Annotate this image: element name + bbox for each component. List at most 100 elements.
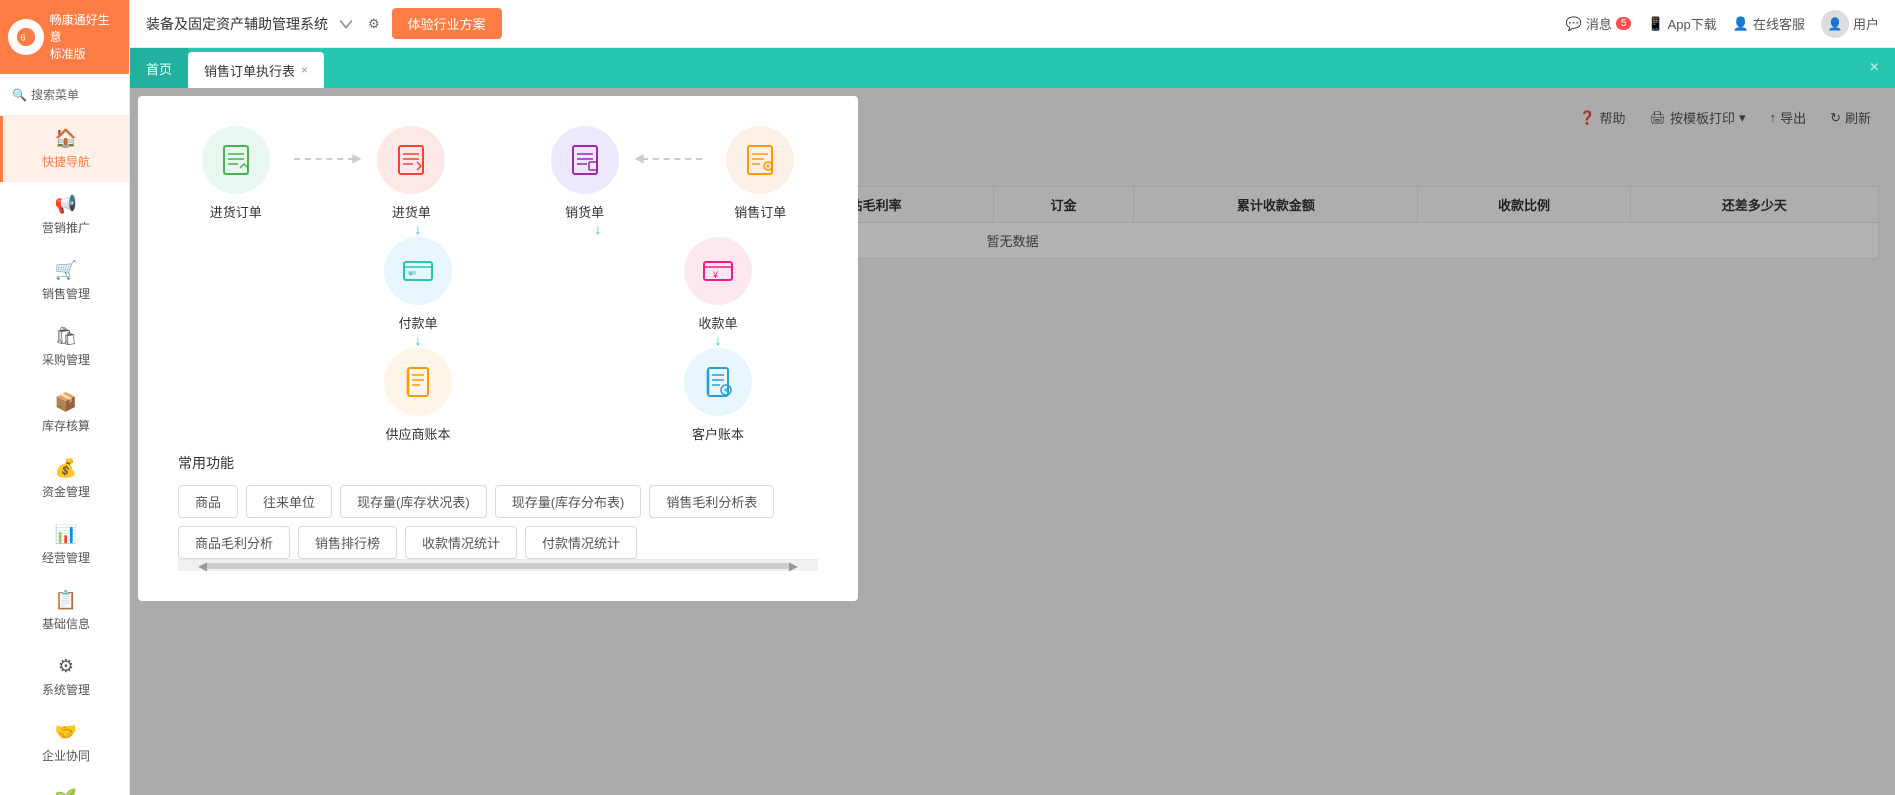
sales-icon: 🛒: [55, 260, 77, 281]
sidebar-item-sys-manage[interactable]: ⚙ 系统管理: [0, 644, 129, 710]
down-arrow-payment: ↓: [358, 332, 478, 348]
sales-slip-label: 销货单: [565, 202, 604, 221]
btn-sales-rank[interactable]: 销售排行榜: [298, 526, 397, 559]
sidebar-search[interactable]: 🔍 搜索菜单: [0, 74, 129, 116]
quick-guide-overlay: 进货订单: [130, 88, 1895, 795]
sidebar-item-purchase[interactable]: 🛍 采购管理: [0, 314, 129, 380]
flow-node-supplier-ledger[interactable]: 供应商账本: [358, 348, 478, 443]
scroll-right-btn[interactable]: ▶: [789, 559, 798, 573]
search-menu-button[interactable]: 🔍 搜索菜单: [8, 82, 121, 107]
logo-icon: 6: [8, 19, 44, 55]
arrow-down-purchase: ↓: [358, 221, 478, 237]
sidebar-item-inventory[interactable]: 📦 库存核算: [0, 380, 129, 446]
tab-bar-close-button[interactable]: ×: [1854, 59, 1895, 77]
btn-sales-profit-table[interactable]: 销售毛利分析表: [649, 485, 774, 518]
spacer2: [478, 221, 538, 237]
user-menu[interactable]: 👤 用户: [1821, 10, 1879, 38]
flow-node-purchase-order[interactable]: 进货订单: [178, 126, 294, 221]
arrow-down-receipt: ↓: [658, 332, 778, 348]
message-button[interactable]: 💬 消息 5: [1566, 14, 1632, 33]
sales-slip-circle: [551, 126, 619, 194]
arrow-sales-order-to-slip: [642, 158, 702, 190]
tab-sales-order-exec[interactable]: 销售订单执行表 ×: [188, 52, 324, 88]
receipt-circle: ¥: [684, 237, 752, 305]
sales-order-circle: [726, 126, 794, 194]
topbar: 装备及固定资产辅助管理系统 ⚙ 体验行业方案 💬 消息 5 📱 App下载 👤: [130, 0, 1895, 48]
function-buttons: 商品 往来单位 现存量(库存状况表) 现存量(库存分布表) 销售毛利分析表 商品…: [178, 485, 818, 559]
down-arrow-receipt: ↓: [658, 332, 778, 348]
logo-text: 畅康通好生意 标准版: [50, 12, 121, 62]
app-download-button[interactable]: 📱 App下载: [1647, 14, 1716, 33]
arrow-down-sales: ↓: [538, 221, 658, 237]
btn-receipt-stats[interactable]: 收款情况统计: [405, 526, 517, 559]
down-arrow-purchase: ↓: [358, 221, 478, 237]
system-title: 装备及固定资产辅助管理系统: [146, 14, 328, 34]
payment-circle: ¥: [384, 237, 452, 305]
sidebar-item-sales[interactable]: 🛒 销售管理: [0, 248, 129, 314]
flow-node-sales-slip[interactable]: 销货单: [527, 126, 643, 221]
flow-node-sales-order[interactable]: 销售订单: [702, 126, 818, 221]
sidebar-item-enterprise[interactable]: 🤝 企业协同: [0, 710, 129, 776]
tab-home[interactable]: 首页: [130, 48, 188, 88]
topbar-right: 💬 消息 5 📱 App下载 👤 在线客服 👤 用户: [1566, 10, 1879, 38]
customer-ledger-label: 客户账本: [692, 424, 744, 443]
receipt-label: 收款单: [698, 313, 737, 332]
sidebar-item-newbie[interactable]: 🌱 新手引导: [0, 776, 129, 795]
supplier-ledger-label: 供应商账本: [385, 424, 450, 443]
flow-row-3: 供应商账本: [358, 348, 818, 443]
base-info-icon: 📋: [55, 590, 77, 611]
scroll-thumb[interactable]: [207, 563, 789, 569]
btn-product[interactable]: 商品: [178, 485, 238, 518]
flow-node-payment[interactable]: ¥ 付款单: [358, 237, 478, 332]
svg-text:6: 6: [20, 33, 25, 43]
sidebar: 6 畅康通好生意 标准版 🔍 搜索菜单 🏠 快捷导航 📢 营销推广 �: [0, 0, 130, 795]
main-area: 装备及固定资产辅助管理系统 ⚙ 体验行业方案 💬 消息 5 📱 App下载 👤: [130, 0, 1895, 795]
sales-order-label: 销售订单: [734, 202, 786, 221]
btn-product-profit[interactable]: 商品毛利分析: [178, 526, 290, 559]
supplier-ledger-circle: [384, 348, 452, 416]
home-icon: 🏠: [55, 128, 77, 149]
message-badge: 5: [1616, 17, 1632, 30]
flow-node-purchase-slip[interactable]: 进货单: [354, 126, 470, 221]
enterprise-icon: 🤝: [55, 722, 77, 743]
dashed-arrow-left-1: [642, 158, 702, 160]
operations-icon: 📊: [55, 524, 77, 545]
quick-guide-panel: 进货订单: [138, 96, 858, 601]
flow-down-arrows: ↓ ↓: [178, 221, 818, 237]
btn-stock-status[interactable]: 现存量(库存状况表): [340, 485, 487, 518]
sidebar-item-finance[interactable]: 💰 资金管理: [0, 446, 129, 512]
scroll-left-btn[interactable]: ◀: [198, 559, 207, 573]
sidebar-nav: 🏠 快捷导航 📢 营销推广 🛒 销售管理 🛍 采购管理 📦 库存核算 💰: [0, 116, 129, 795]
system-dropdown[interactable]: [340, 18, 352, 30]
sidebar-item-quick-guide[interactable]: 🏠 快捷导航: [0, 116, 129, 182]
customer-ledger-circle: [684, 348, 752, 416]
arrow-down-payment: ↓: [358, 332, 478, 348]
experience-btn[interactable]: 体验行业方案: [392, 8, 502, 39]
settings-icon[interactable]: ⚙: [368, 16, 380, 32]
flow-down-arrows-2: ↓ ↓: [358, 332, 818, 348]
purchase-order-circle: [202, 126, 270, 194]
down-arrow-sales: ↓: [538, 221, 658, 237]
tab-close-button[interactable]: ×: [301, 63, 308, 77]
sidebar-logo: 6 畅康通好生意 标准版: [0, 0, 129, 74]
sidebar-item-operations[interactable]: 📊 经营管理: [0, 512, 129, 578]
mobile-icon: 📱: [1647, 16, 1663, 32]
btn-counterparty[interactable]: 往来单位: [246, 485, 332, 518]
sidebar-item-base-info[interactable]: 📋 基础信息: [0, 578, 129, 644]
user-avatar: 👤: [1821, 10, 1849, 38]
flow-node-receipt[interactable]: ¥ 收款单: [658, 237, 778, 332]
flow-node-customer-ledger[interactable]: 客户账本: [658, 348, 778, 443]
flow-row-1: 进货订单: [178, 126, 818, 221]
dashed-arrow-right-1: [294, 158, 354, 160]
scroll-track: ◀ ▶: [178, 559, 818, 571]
sys-manage-icon: ⚙: [58, 656, 74, 677]
sidebar-item-marketing[interactable]: 📢 营销推广: [0, 182, 129, 248]
spacer-arrow: [298, 221, 358, 237]
btn-stock-dist[interactable]: 现存量(库存分布表): [495, 485, 642, 518]
online-service-button[interactable]: 👤 在线客服: [1733, 14, 1805, 33]
service-icon: 👤: [1733, 16, 1749, 32]
purchase-order-label: 进货订单: [210, 202, 262, 221]
btn-payment-stats[interactable]: 付款情况统计: [525, 526, 637, 559]
flow-row-2: ¥ 付款单: [358, 237, 818, 332]
search-icon: 🔍: [12, 88, 27, 102]
